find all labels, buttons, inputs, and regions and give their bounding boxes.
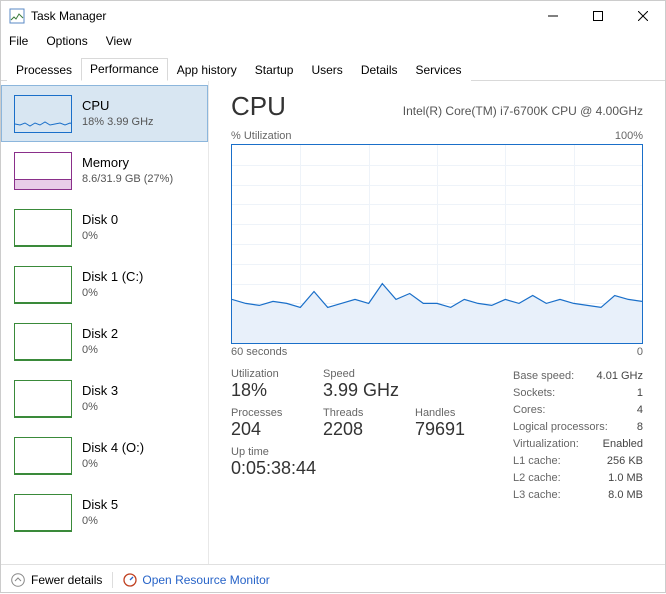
tab-app-history[interactable]: App history bbox=[168, 59, 246, 81]
threads-label: Threads bbox=[323, 407, 391, 419]
close-button[interactable] bbox=[620, 1, 665, 31]
separator bbox=[112, 572, 113, 588]
processes-value: 204 bbox=[231, 419, 299, 440]
speed-value: 3.99 GHz bbox=[323, 380, 399, 401]
disk-thumb-icon bbox=[14, 209, 72, 247]
sidebar-item-label: Disk 0 bbox=[82, 212, 118, 228]
maximize-button[interactable] bbox=[575, 1, 620, 31]
virtualization-label: Virtualization: bbox=[513, 436, 579, 453]
sidebar-item-disk2[interactable]: Disk 2 0% bbox=[1, 313, 208, 370]
handles-label: Handles bbox=[415, 407, 483, 419]
l2-cache-value: 1.0 MB bbox=[608, 470, 643, 487]
uptime-value: 0:05:38:44 bbox=[231, 458, 483, 479]
utilization-label: Utilization bbox=[231, 368, 299, 380]
l3-cache-value: 8.0 MB bbox=[608, 487, 643, 504]
sidebar-item-label: Memory bbox=[82, 155, 173, 171]
tab-processes[interactable]: Processes bbox=[7, 59, 81, 81]
cores-label: Cores: bbox=[513, 402, 545, 419]
processes-label: Processes bbox=[231, 407, 299, 419]
sidebar-item-label: Disk 2 bbox=[82, 326, 118, 342]
menubar: File Options View bbox=[1, 31, 665, 51]
sidebar-item-sub: 0% bbox=[82, 456, 144, 472]
sidebar-item-disk4[interactable]: Disk 4 (O:) 0% bbox=[1, 427, 208, 484]
l1-cache-value: 256 KB bbox=[607, 453, 643, 470]
virtualization-value: Enabled bbox=[603, 436, 643, 453]
sidebar-item-sub: 0% bbox=[82, 399, 118, 415]
tab-startup[interactable]: Startup bbox=[246, 59, 303, 81]
fewer-details-button[interactable]: Fewer details bbox=[11, 573, 102, 587]
uptime-label: Up time bbox=[231, 446, 483, 458]
sidebar-item-disk3[interactable]: Disk 3 0% bbox=[1, 370, 208, 427]
disk-thumb-icon bbox=[14, 323, 72, 361]
page-title: CPU bbox=[231, 91, 286, 122]
l2-cache-label: L2 cache: bbox=[513, 470, 561, 487]
cpu-chart bbox=[231, 144, 643, 344]
tab-services[interactable]: Services bbox=[407, 59, 471, 81]
logical-value: 8 bbox=[637, 419, 643, 436]
sockets-label: Sockets: bbox=[513, 385, 555, 402]
resource-monitor-icon bbox=[123, 573, 137, 587]
sidebar-item-label: Disk 5 bbox=[82, 497, 118, 513]
chart-ylabel: % Utilization bbox=[231, 130, 292, 142]
threads-value: 2208 bbox=[323, 419, 391, 440]
app-icon bbox=[9, 8, 25, 24]
bottombar: Fewer details Open Resource Monitor bbox=[1, 564, 665, 594]
sidebar-item-sub: 18% 3.99 GHz bbox=[82, 114, 154, 130]
speed-label: Speed bbox=[323, 368, 399, 380]
chart-xmin: 0 bbox=[637, 346, 643, 358]
sidebar-item-memory[interactable]: Memory 8.6/31.9 GB (27%) bbox=[1, 142, 208, 199]
chevron-up-icon bbox=[11, 573, 25, 587]
cpu-thumb-icon bbox=[14, 95, 72, 133]
titlebar: Task Manager bbox=[1, 1, 665, 31]
handles-value: 79691 bbox=[415, 419, 483, 440]
sidebar-item-label: Disk 3 bbox=[82, 383, 118, 399]
disk-thumb-icon bbox=[14, 494, 72, 532]
menu-file[interactable]: File bbox=[9, 34, 28, 48]
l3-cache-label: L3 cache: bbox=[513, 487, 561, 504]
sidebar-item-sub: 0% bbox=[82, 285, 143, 301]
sidebar-item-sub: 0% bbox=[82, 342, 118, 358]
sidebar-item-sub: 8.6/31.9 GB (27%) bbox=[82, 171, 173, 187]
disk-thumb-icon bbox=[14, 266, 72, 304]
cores-value: 4 bbox=[637, 402, 643, 419]
disk-thumb-icon bbox=[14, 380, 72, 418]
sockets-value: 1 bbox=[637, 385, 643, 402]
sidebar-item-label: Disk 4 (O:) bbox=[82, 440, 144, 456]
sidebar-item-label: CPU bbox=[82, 98, 154, 114]
open-resource-monitor-link[interactable]: Open Resource Monitor bbox=[123, 573, 269, 587]
chart-ymax: 100% bbox=[615, 130, 643, 142]
disk-thumb-icon bbox=[14, 437, 72, 475]
main-panel: CPU Intel(R) Core(TM) i7-6700K CPU @ 4.0… bbox=[209, 81, 665, 564]
sidebar-item-sub: 0% bbox=[82, 513, 118, 529]
logical-label: Logical processors: bbox=[513, 419, 608, 436]
sidebar-item-cpu[interactable]: CPU 18% 3.99 GHz bbox=[1, 85, 208, 142]
sidebar: CPU 18% 3.99 GHz Memory 8.6/31.9 GB (27%… bbox=[1, 81, 209, 564]
sidebar-item-label: Disk 1 (C:) bbox=[82, 269, 143, 285]
menu-view[interactable]: View bbox=[106, 34, 132, 48]
chart-xlabel: 60 seconds bbox=[231, 346, 287, 358]
minimize-button[interactable] bbox=[530, 1, 575, 31]
sidebar-item-disk0[interactable]: Disk 0 0% bbox=[1, 199, 208, 256]
base-speed-value: 4.01 GHz bbox=[597, 368, 643, 385]
menu-options[interactable]: Options bbox=[46, 34, 87, 48]
window-title: Task Manager bbox=[31, 9, 530, 23]
base-speed-label: Base speed: bbox=[513, 368, 574, 385]
tabs: Processes Performance App history Startu… bbox=[1, 51, 665, 81]
tab-users[interactable]: Users bbox=[302, 59, 351, 81]
l1-cache-label: L1 cache: bbox=[513, 453, 561, 470]
tab-performance[interactable]: Performance bbox=[81, 58, 168, 81]
tab-details[interactable]: Details bbox=[352, 59, 407, 81]
sidebar-item-disk5[interactable]: Disk 5 0% bbox=[1, 484, 208, 541]
sidebar-item-sub: 0% bbox=[82, 228, 118, 244]
sidebar-item-disk1[interactable]: Disk 1 (C:) 0% bbox=[1, 256, 208, 313]
utilization-value: 18% bbox=[231, 380, 299, 401]
memory-thumb-icon bbox=[14, 152, 72, 190]
cpu-model: Intel(R) Core(TM) i7-6700K CPU @ 4.00GHz bbox=[403, 104, 643, 118]
